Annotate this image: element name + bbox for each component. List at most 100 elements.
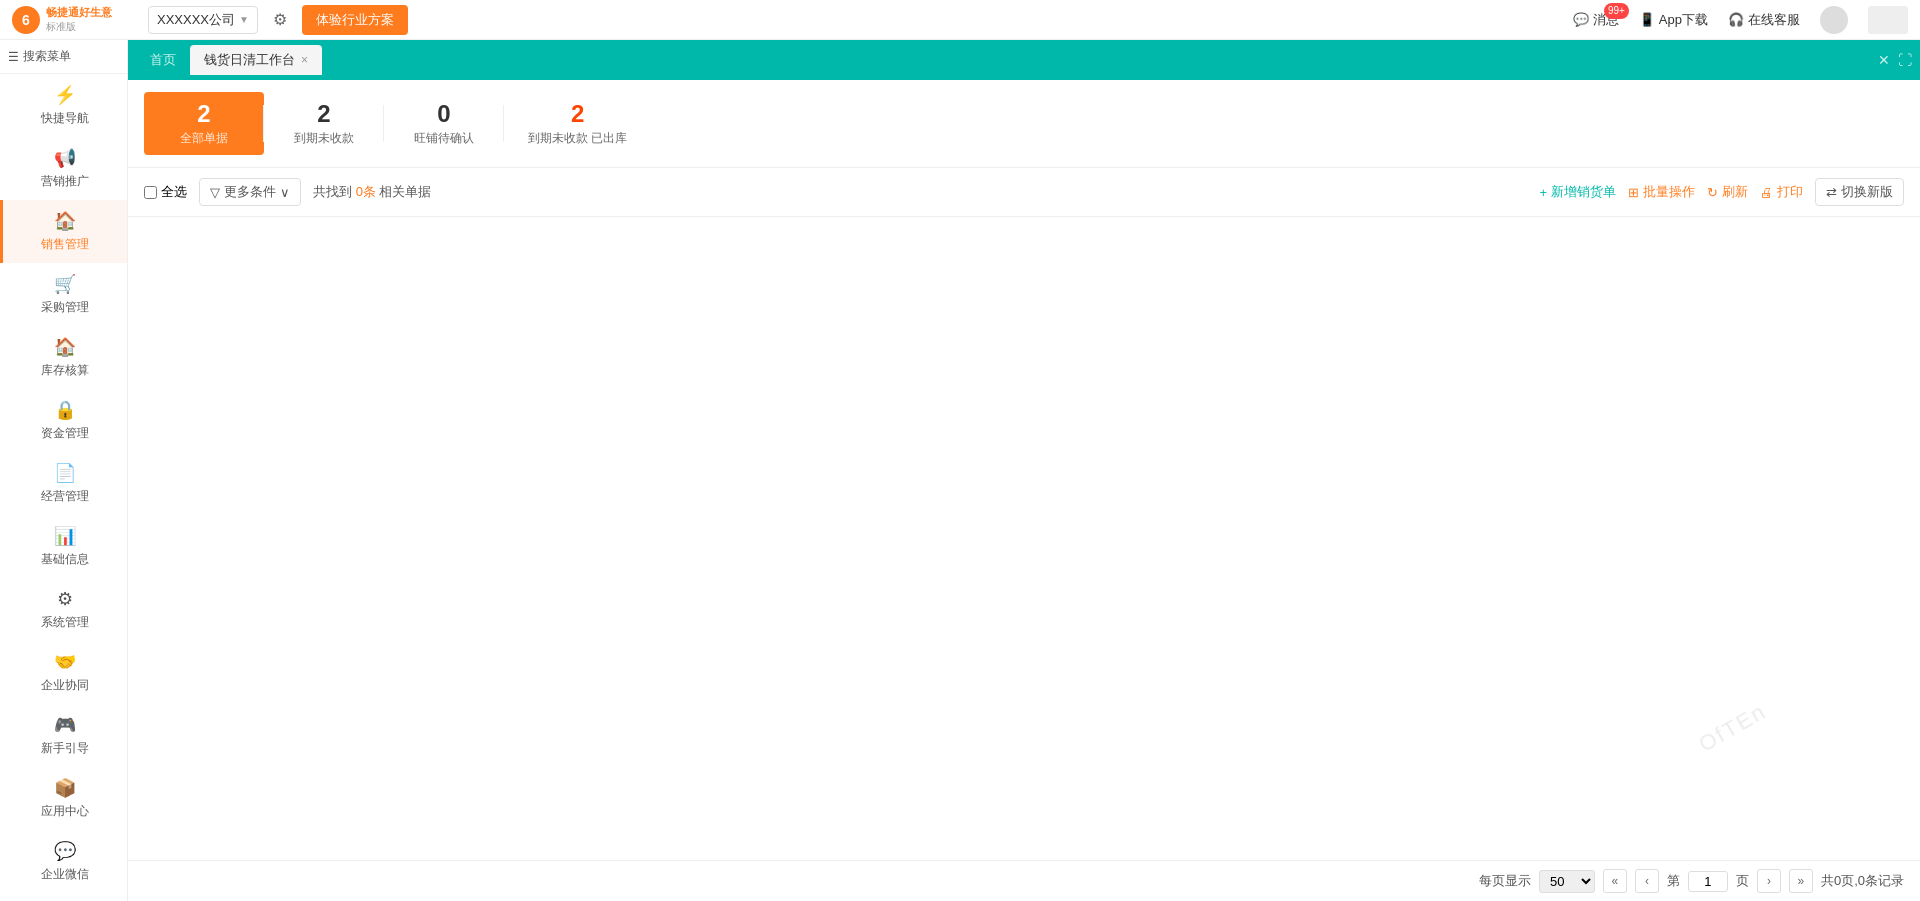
sidebar-item-app-center[interactable]: 📦 应用中心 [0, 767, 127, 830]
stat-pending-number: 0 [408, 100, 480, 128]
maximize-icon[interactable]: ⛶ [1898, 52, 1912, 68]
print-btn[interactable]: 🖨 打印 [1760, 183, 1803, 201]
table-area [128, 217, 1920, 860]
purchase-icon: 🛒 [54, 273, 76, 295]
marketing-icon: 📢 [54, 147, 76, 169]
first-page-btn[interactable]: « [1603, 869, 1627, 893]
stats-row: 2 全部单据 2 到期未收款 0 旺铺待确认 2 到期未收款 已出库 [128, 80, 1920, 168]
stat-pending-label: 旺铺待确认 [408, 130, 480, 147]
app-center-icon: 📦 [54, 777, 76, 799]
download-icon: 📱 [1639, 12, 1655, 27]
sidebar-item-sales[interactable]: 🏠 销售管理 [0, 200, 127, 263]
page-input[interactable] [1688, 871, 1728, 892]
sidebar-item-finance[interactable]: 🔒 资金管理 [0, 389, 127, 452]
found-prefix: 共找到 [313, 184, 352, 199]
sidebar-item-purchase[interactable]: 🛒 采购管理 [0, 263, 127, 326]
settings-icon[interactable]: ⚙ [266, 6, 294, 34]
user-name-area[interactable] [1868, 6, 1908, 34]
header-right: 💬 消息 99+ 📱 App下载 🎧 在线客服 [1573, 6, 1908, 34]
chevron-down-icon: ▼ [239, 14, 249, 25]
prev-page-btn[interactable]: ‹ [1635, 869, 1659, 893]
refresh-btn[interactable]: ↻ 刷新 [1707, 183, 1748, 201]
refresh-label: 刷新 [1722, 183, 1748, 201]
switch-icon: ⇄ [1826, 185, 1837, 200]
select-all-input[interactable] [144, 186, 157, 199]
page-unit: 页 [1736, 872, 1749, 890]
app-download-btn[interactable]: 📱 App下载 [1639, 11, 1708, 29]
sidebar-item-wechat[interactable]: 💬 企业微信 [0, 830, 127, 893]
experience-btn[interactable]: 体验行业方案 [302, 5, 408, 35]
company-name: XXXXXX公司 [157, 11, 235, 29]
sidebar-item-cooperation[interactable]: 🤝 企业协同 [0, 641, 127, 704]
inventory-icon: 🏠 [54, 336, 76, 358]
tab-bar: 首页 钱货日清工作台 × ✕ ⛶ [128, 40, 1920, 80]
message-btn[interactable]: 💬 消息 99+ [1573, 11, 1619, 29]
content-area: 首页 钱货日清工作台 × ✕ ⛶ 2 全部单据 2 到期未收款 [128, 40, 1920, 901]
found-text: 共找到 0条 相关单据 [313, 183, 431, 201]
avatar[interactable] [1820, 6, 1848, 34]
found-count: 0条 [356, 184, 376, 199]
stat-shipped[interactable]: 2 到期未收款 已出库 [504, 92, 651, 155]
stat-all[interactable]: 2 全部单据 [144, 92, 264, 155]
app-download-label: App下载 [1659, 11, 1708, 29]
page-label: 第 [1667, 872, 1680, 890]
message-badge: 99+ [1604, 3, 1629, 19]
chevron-down-icon: ∨ [280, 185, 290, 200]
next-page-btn[interactable]: › [1757, 869, 1781, 893]
plus-icon: + [1539, 185, 1547, 200]
sidebar-item-member[interactable]: ✓ 畅会员 [0, 893, 127, 901]
sidebar-item-marketing[interactable]: 📢 营销推广 [0, 137, 127, 200]
switch-new-version-btn[interactable]: ⇄ 切换新版 [1815, 178, 1904, 206]
stat-shipped-label: 到期未收款 已出库 [528, 130, 627, 147]
add-sales-order-btn[interactable]: + 新增销货单 [1539, 183, 1616, 201]
sidebar-item-system[interactable]: ⚙ 系统管理 [0, 578, 127, 641]
system-icon: ⚙ [57, 588, 73, 610]
print-icon: 🖨 [1760, 185, 1773, 200]
page-content: 2 全部单据 2 到期未收款 0 旺铺待确认 2 到期未收款 已出库 [128, 80, 1920, 901]
online-service-btn[interactable]: 🎧 在线客服 [1728, 11, 1800, 29]
sidebar-item-search[interactable]: ☰ 搜索菜单 [0, 40, 127, 74]
last-page-btn[interactable]: » [1789, 869, 1813, 893]
operations-icon: 📄 [54, 462, 76, 484]
switch-label: 切换新版 [1841, 183, 1893, 201]
logo-icon: 6 [12, 6, 40, 34]
tab-close-icon[interactable]: × [301, 53, 308, 67]
toolbar-right: + 新增销货单 ⊞ 批量操作 ↻ 刷新 🖨 打印 [1539, 178, 1904, 206]
select-all-checkbox[interactable]: 全选 [144, 183, 187, 201]
online-service-label: 在线客服 [1748, 11, 1800, 29]
refresh-icon: ↻ [1707, 185, 1718, 200]
wechat-icon: 💬 [54, 840, 76, 862]
add-label: 新增销货单 [1551, 183, 1616, 201]
tab-workbench[interactable]: 钱货日清工作台 × [190, 45, 322, 75]
sidebar-item-quick-nav[interactable]: ⚡ 快捷导航 [0, 74, 127, 137]
select-all-label: 全选 [161, 183, 187, 201]
tab-home-label: 首页 [150, 51, 176, 69]
pagination: 每页显示 50 100 200 « ‹ 第 页 › » 共0页,0条记录 [128, 860, 1920, 901]
cooperation-icon: 🤝 [54, 651, 76, 673]
page-size-label: 每页显示 [1479, 872, 1531, 890]
stat-overdue[interactable]: 2 到期未收款 [264, 92, 384, 155]
sidebar-item-guide[interactable]: 🎮 新手引导 [0, 704, 127, 767]
print-label: 打印 [1777, 183, 1803, 201]
batch-operation-btn[interactable]: ⊞ 批量操作 [1628, 183, 1695, 201]
filter-icon: ▽ [210, 185, 220, 200]
finance-icon: 🔒 [54, 399, 76, 421]
sidebar-item-operations[interactable]: 📄 经营管理 [0, 452, 127, 515]
stat-overdue-number: 2 [288, 100, 360, 128]
page-size-select[interactable]: 50 100 200 [1539, 870, 1595, 893]
minimize-icon[interactable]: ✕ [1878, 52, 1890, 68]
lightning-icon: ⚡ [54, 84, 76, 106]
tab-home[interactable]: 首页 [136, 45, 190, 75]
total-info: 共0页,0条记录 [1821, 872, 1904, 890]
batch-icon: ⊞ [1628, 185, 1639, 200]
guide-icon: 🎮 [54, 714, 76, 736]
service-icon: 🎧 [1728, 12, 1744, 27]
basic-info-icon: 📊 [54, 525, 76, 547]
toolbar: 全选 ▽ 更多条件 ∨ 共找到 0条 相关单据 + 新增销货单 [128, 168, 1920, 217]
filter-btn[interactable]: ▽ 更多条件 ∨ [199, 178, 301, 206]
sidebar-item-basic-info[interactable]: 📊 基础信息 [0, 515, 127, 578]
stat-pending[interactable]: 0 旺铺待确认 [384, 92, 504, 155]
sidebar-item-inventory[interactable]: 🏠 库存核算 [0, 326, 127, 389]
batch-label: 批量操作 [1643, 183, 1695, 201]
company-selector[interactable]: XXXXXX公司 ▼ [148, 6, 258, 34]
